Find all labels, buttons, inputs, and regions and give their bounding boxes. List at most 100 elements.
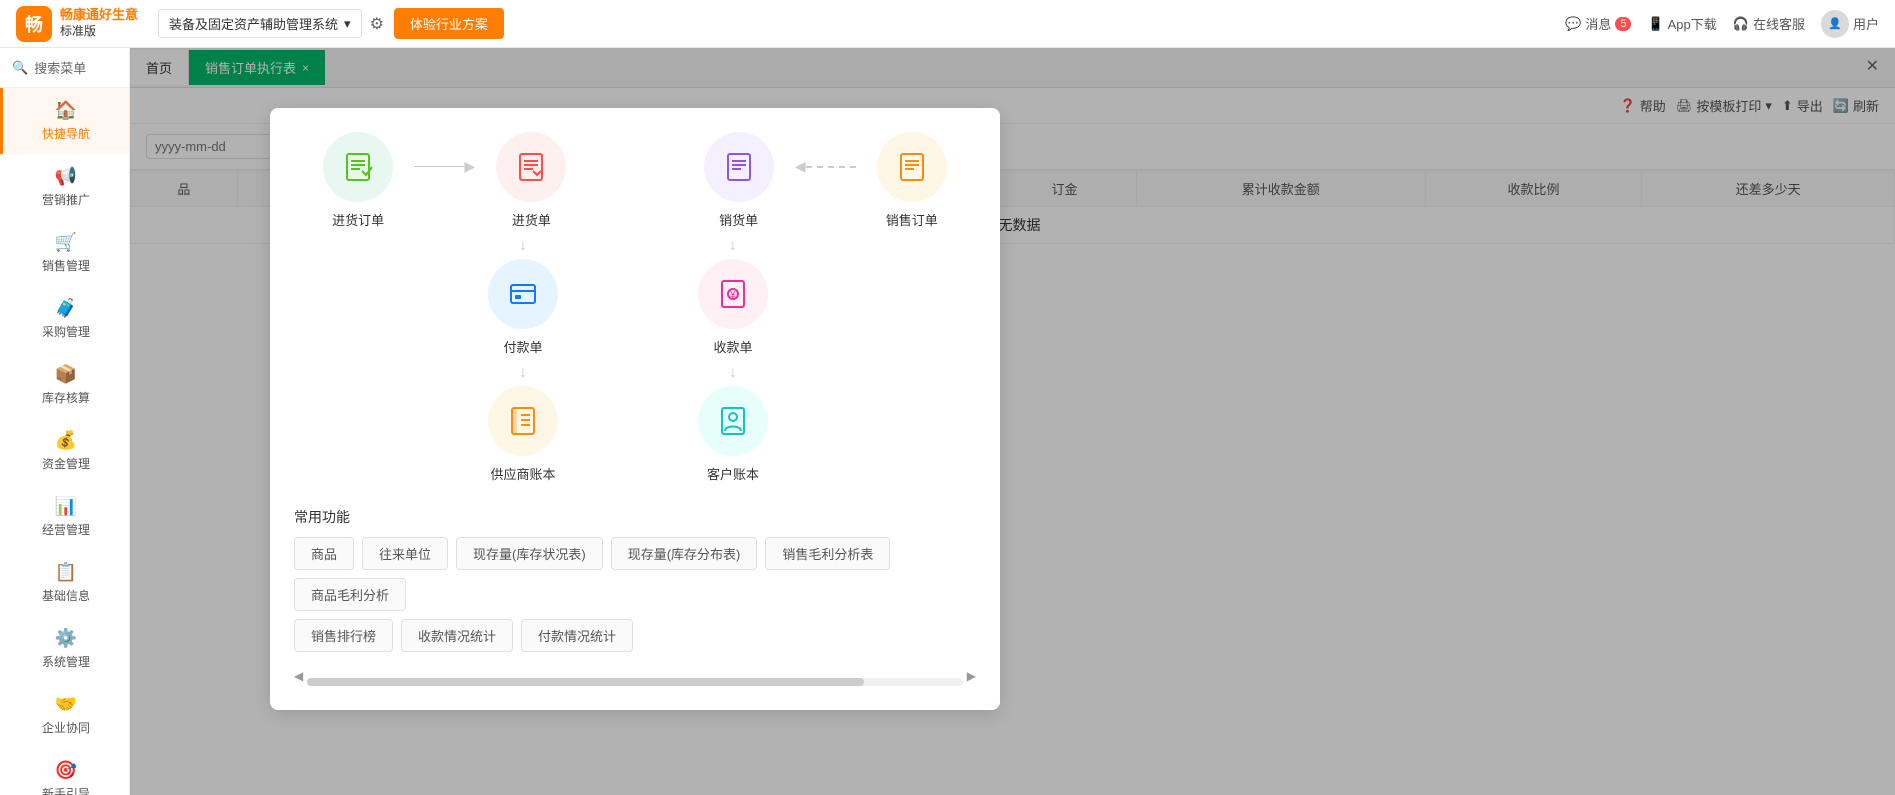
sidebar: 🔍 搜索菜单 🏠 快捷导航 📢 营销推广 🛒 销售管理 🧳 采购管理 📦 xyxy=(0,48,130,795)
sidebar-item-operation[interactable]: 📊 经营管理 xyxy=(0,484,129,550)
avatar-icon: 👤 xyxy=(1828,17,1842,30)
wf-customer-ledger[interactable]: 客户账本 xyxy=(668,386,798,483)
workflow-row-3: 供应商账本 客户账本 xyxy=(294,386,976,483)
sidebar-label-marketing: 营销推广 xyxy=(42,191,90,208)
sidebar-item-system[interactable]: ⚙️ 系统管理 xyxy=(0,616,129,682)
wf-purchase-order[interactable]: 进货订单 xyxy=(294,132,422,229)
purchase-bill-circle[interactable] xyxy=(496,132,566,202)
message-badge: 5 xyxy=(1615,17,1631,31)
sidebar-item-purchase[interactable]: 🧳 采购管理 xyxy=(0,286,129,352)
cf-btn-partner[interactable]: 往来单位 xyxy=(362,537,448,570)
sidebar-item-finance[interactable]: 💰 资金管理 xyxy=(0,418,129,484)
logo-text: 畅康通好生意 标准版 xyxy=(60,7,138,39)
wf-supplier-ledger[interactable]: 供应商账本 xyxy=(458,386,588,483)
sidebar-item-inventory[interactable]: 📦 库存核算 xyxy=(0,352,129,418)
cooperation-icon: 🤝 xyxy=(55,694,77,715)
system-selector[interactable]: 装备及固定资产辅助管理系统 ▾ xyxy=(158,9,362,38)
scrollbar-thumb[interactable] xyxy=(307,678,864,686)
search-icon: 🔍 xyxy=(12,60,28,76)
sidebar-item-newbie[interactable]: 🎯 新手引导 xyxy=(0,748,129,795)
common-functions: 常用功能 商品 往来单位 现存量(库存状况表) 现存量(库存分布表) 销售毛利分… xyxy=(294,507,976,652)
cf-btn-product[interactable]: 商品 xyxy=(294,537,354,570)
sidebar-label-basic-info: 基础信息 xyxy=(42,587,90,604)
popup-scrollbar xyxy=(307,678,963,686)
receipt-circle[interactable]: ¥ xyxy=(698,259,768,329)
popup-scroll-row: ◀ ▶ xyxy=(294,666,976,686)
finance-icon: 💰 xyxy=(55,430,77,451)
marketing-icon: 📢 xyxy=(55,166,77,187)
sidebar-item-sales[interactable]: 🛒 销售管理 xyxy=(0,220,129,286)
basic-info-icon: 📋 xyxy=(55,562,77,583)
sidebar-item-quick-guide[interactable]: 🏠 快捷导航 xyxy=(0,88,129,154)
cf-btn-stock-status[interactable]: 现存量(库存状况表) xyxy=(456,537,603,570)
popup-overlay[interactable]: 进货订单 ▶ xyxy=(130,48,1895,795)
sidebar-label-newbie: 新手引导 xyxy=(42,785,90,795)
scroll-left-btn[interactable]: ◀ xyxy=(294,669,303,683)
user-avatar[interactable]: 👤 用户 xyxy=(1821,10,1879,38)
cf-btn-receipt-stats[interactable]: 收款情况统计 xyxy=(401,619,513,652)
headset-icon: 🎧 xyxy=(1733,16,1749,32)
workflow-row-2: 付款单 ¥ 收款单 xyxy=(294,259,976,356)
top-right: 💬 消息 5 📱 App下载 🎧 在线客服 👤 用户 xyxy=(1565,10,1879,38)
sidebar-label-finance: 资金管理 xyxy=(42,455,90,472)
top-bar: 畅 畅康通好生意 标准版 装备及固定资产辅助管理系统 ▾ ⚙ 体验行业方案 💬 … xyxy=(0,0,1895,48)
scroll-right-btn[interactable]: ▶ xyxy=(967,669,976,683)
wf-purchase-bill[interactable]: 进货单 xyxy=(467,132,595,229)
cf-buttons-row2: 销售排行榜 收款情况统计 付款情况统计 xyxy=(294,619,976,652)
gear-icon[interactable]: ⚙ xyxy=(370,14,384,34)
avatar: 👤 xyxy=(1821,10,1849,38)
cf-btn-sales-profit[interactable]: 销售毛利分析表 xyxy=(765,537,890,570)
message-btn[interactable]: 💬 消息 5 xyxy=(1565,14,1631,33)
sale-order-circle[interactable] xyxy=(877,132,947,202)
purchase-order-circle[interactable] xyxy=(323,132,393,202)
logo-icon: 畅 xyxy=(16,6,52,42)
sidebar-item-cooperation[interactable]: 🤝 企业协同 xyxy=(0,682,129,748)
sale-bill-label: 销货单 xyxy=(719,210,758,229)
logo-area: 畅 畅康通好生意 标准版 xyxy=(16,6,138,42)
supplier-ledger-label: 供应商账本 xyxy=(490,464,555,483)
cf-btn-sales-rank[interactable]: 销售排行榜 xyxy=(294,619,393,652)
purchase-bill-label: 进货单 xyxy=(512,210,551,229)
customer-ledger-circle[interactable] xyxy=(698,386,768,456)
wf-payment[interactable]: 付款单 xyxy=(458,259,588,356)
sidebar-label-cooperation: 企业协同 xyxy=(42,719,90,736)
purchase-icon: 🧳 xyxy=(55,298,77,319)
sidebar-search[interactable]: 🔍 搜索菜单 xyxy=(0,48,129,88)
home-icon: 🏠 xyxy=(55,100,77,121)
system-title: 装备及固定资产辅助管理系统 xyxy=(169,14,338,33)
wf-receipt[interactable]: ¥ 收款单 xyxy=(668,259,798,356)
sale-bill-circle[interactable] xyxy=(704,132,774,202)
experience-btn[interactable]: 体验行业方案 xyxy=(394,8,504,39)
cf-btn-product-profit[interactable]: 商品毛利分析 xyxy=(294,578,406,611)
sidebar-item-basic-info[interactable]: 📋 基础信息 xyxy=(0,550,129,616)
wf-sale-bill[interactable]: 销货单 xyxy=(674,132,802,229)
purchase-order-label: 进货订单 xyxy=(332,210,384,229)
workflow-row-1: 进货订单 ▶ xyxy=(294,132,976,229)
payment-circle[interactable] xyxy=(488,259,558,329)
cf-btn-stock-dist[interactable]: 现存量(库存分布表) xyxy=(611,537,758,570)
system-icon: ⚙️ xyxy=(55,628,77,649)
cf-buttons-row1: 商品 往来单位 现存量(库存状况表) 现存量(库存分布表) 销售毛利分析表 商品… xyxy=(294,537,976,611)
sidebar-item-marketing[interactable]: 📢 营销推广 xyxy=(0,154,129,220)
popup-box: 进货订单 ▶ xyxy=(270,108,1000,710)
payment-label: 付款单 xyxy=(503,337,542,356)
online-service-btn[interactable]: 🎧 在线客服 xyxy=(1733,14,1805,33)
sidebar-label-inventory: 库存核算 xyxy=(42,389,90,406)
sidebar-label-quick-guide: 快捷导航 xyxy=(42,125,90,142)
message-icon: 💬 xyxy=(1565,16,1581,32)
customer-ledger-label: 客户账本 xyxy=(707,464,759,483)
sidebar-label-operation: 经营管理 xyxy=(42,521,90,538)
sidebar-label-purchase: 采购管理 xyxy=(42,323,90,340)
sales-icon: 🛒 xyxy=(55,232,77,253)
svg-text:¥: ¥ xyxy=(729,290,736,301)
common-functions-title: 常用功能 xyxy=(294,507,976,527)
supplier-ledger-circle[interactable] xyxy=(488,386,558,456)
wf-sale-order[interactable]: 销售订单 xyxy=(848,132,976,229)
workflow-diagram: 进货订单 ▶ xyxy=(294,132,976,491)
app-download-btn[interactable]: 📱 App下载 xyxy=(1647,14,1716,33)
sale-order-label: 销售订单 xyxy=(886,210,938,229)
cf-btn-payment-stats[interactable]: 付款情况统计 xyxy=(521,619,633,652)
inventory-icon: 📦 xyxy=(55,364,77,385)
chevron-down-icon: ▾ xyxy=(344,16,351,32)
phone-icon: 📱 xyxy=(1647,16,1663,32)
